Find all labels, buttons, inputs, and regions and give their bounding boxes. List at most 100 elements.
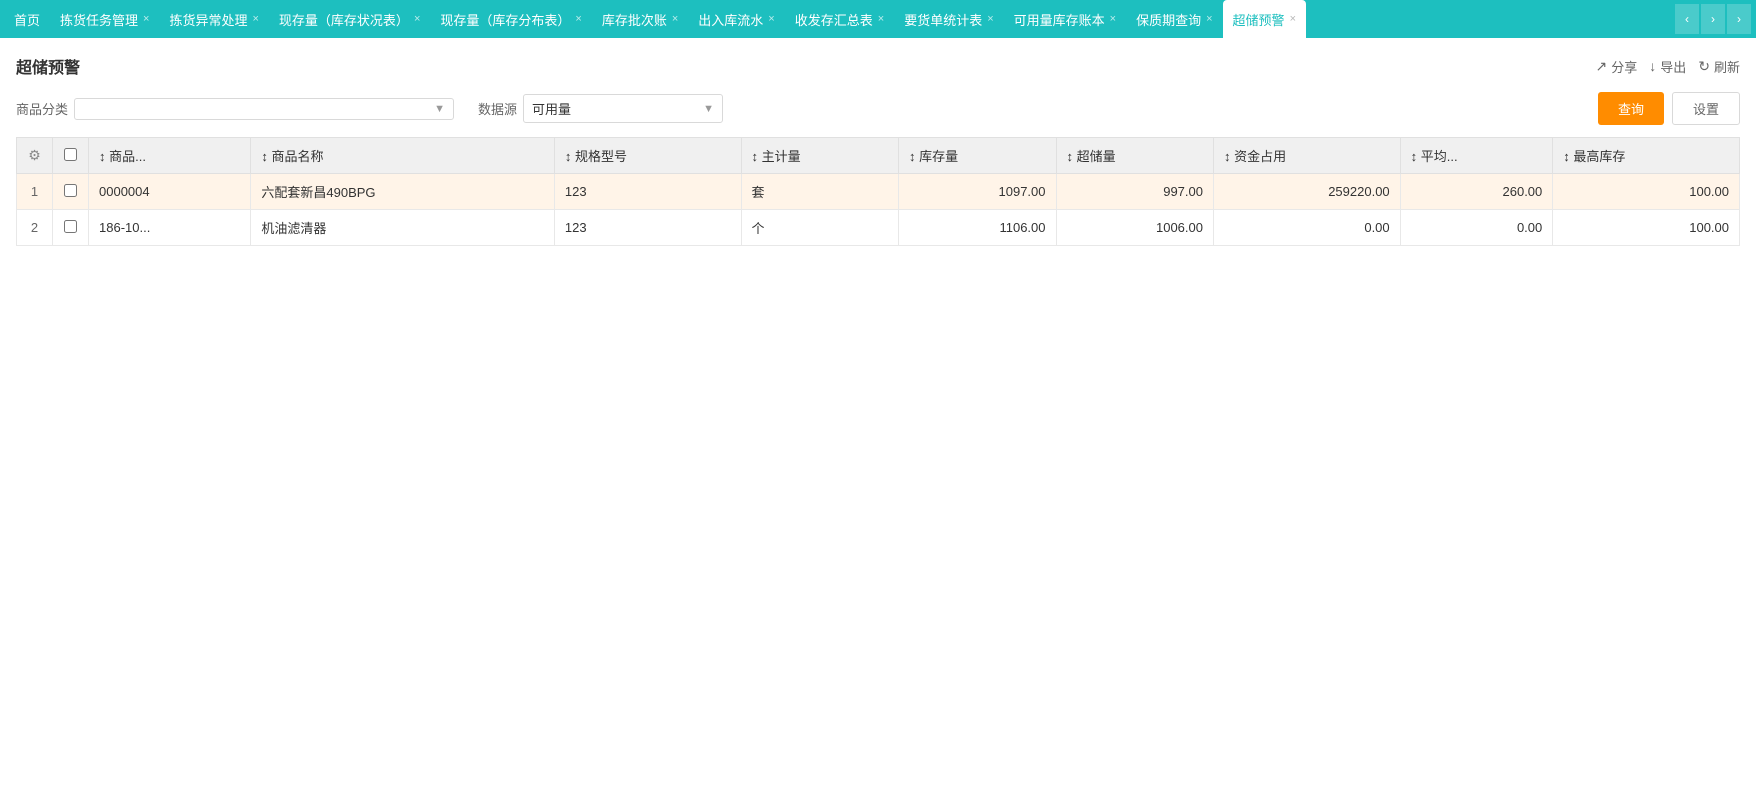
row-product-name: 机油滤清器: [251, 210, 554, 246]
col-settings: ⚙: [17, 138, 53, 174]
nav-item------[interactable]: 出入库流水×: [688, 0, 784, 38]
table-header-row: ⚙ ↕ 商品... ↕ 商品名称 ↕ 规格型号 ↕: [17, 138, 1740, 174]
row-stock: 1097.00: [899, 174, 1056, 210]
table-row: 1 0000004 六配套新昌490BPG 123 套 1097.00 997.…: [17, 174, 1740, 210]
product-category-filter: 商品分类 ▼: [16, 98, 454, 120]
row-checkbox[interactable]: [64, 220, 77, 233]
col-checkbox-header: [53, 138, 89, 174]
col-unit-label: 主计量: [762, 149, 801, 164]
row-product-code: 0000004: [89, 174, 251, 210]
close-icon[interactable]: ×: [1290, 13, 1296, 25]
table-settings-icon[interactable]: ⚙: [28, 147, 41, 163]
nav-item-------[interactable]: 收发存汇总表×: [785, 0, 894, 38]
col-spec[interactable]: ↕ 规格型号: [554, 138, 741, 174]
row-max-stock: 100.00: [1553, 210, 1740, 246]
col-capital[interactable]: ↕ 资金占用: [1213, 138, 1400, 174]
row-checkbox-cell[interactable]: [53, 210, 89, 246]
close-icon[interactable]: ×: [1110, 13, 1116, 25]
share-icon: ↗: [1595, 58, 1607, 75]
close-icon[interactable]: ×: [1206, 13, 1212, 25]
row-num-cell: 1: [17, 174, 53, 210]
nav-item---[interactable]: 首页: [4, 0, 50, 38]
row-product-name: 六配套新昌490BPG: [251, 174, 554, 210]
col-overflow[interactable]: ↕ 超储量: [1056, 138, 1213, 174]
col-product-name-label: 商品名称: [272, 149, 324, 164]
close-icon[interactable]: ×: [414, 13, 420, 25]
data-table: ⚙ ↕ 商品... ↕ 商品名称 ↕ 规格型号 ↕: [16, 137, 1740, 246]
settings-button[interactable]: 设置: [1672, 92, 1740, 125]
table-row: 2 186-10... 机油滤清器 123 个 1106.00 1006.00 …: [17, 210, 1740, 246]
filter-row: 商品分类 ▼ 数据源 可用量 ▼ 查询 设置: [16, 92, 1740, 125]
col-max-stock-label: 最高库存: [1573, 149, 1625, 164]
col-product-name[interactable]: ↕ 商品名称: [251, 138, 554, 174]
row-checkbox-cell[interactable]: [53, 174, 89, 210]
row-overflow: 997.00: [1056, 174, 1213, 210]
export-button[interactable]: ↓ 导出: [1649, 57, 1686, 76]
col-unit[interactable]: ↕ 主计量: [741, 138, 898, 174]
row-avg: 260.00: [1400, 174, 1553, 210]
row-spec: 123: [554, 174, 741, 210]
row-overflow: 1006.00: [1056, 210, 1213, 246]
nav-item-------[interactable]: 拣货任务管理×: [50, 0, 159, 38]
page-title: 超储预警: [16, 54, 80, 78]
nav-next-btn[interactable]: ›: [1701, 4, 1725, 34]
export-icon: ↓: [1649, 58, 1656, 74]
product-category-select[interactable]: ▼: [74, 98, 454, 120]
col-product-code-label: 商品...: [109, 149, 146, 164]
row-product-code: 186-10...: [89, 210, 251, 246]
nav-arrows: ‹ › ›: [1674, 4, 1752, 34]
nav-item------[interactable]: 库存批次账×: [592, 0, 688, 38]
data-source-label: 数据源: [478, 99, 517, 118]
close-icon[interactable]: ×: [575, 13, 581, 25]
col-stock-label: 库存量: [919, 149, 958, 164]
nav-item-------[interactable]: 要货单统计表×: [894, 0, 1003, 38]
row-capital: 0.00: [1213, 210, 1400, 246]
product-category-label: 商品分类: [16, 99, 68, 118]
refresh-icon: ↻: [1698, 58, 1710, 75]
query-button[interactable]: 查询: [1598, 92, 1664, 125]
row-unit: 个: [741, 210, 898, 246]
data-source-value: 可用量: [532, 99, 571, 118]
nav-item-----[interactable]: 超储预警×: [1223, 0, 1306, 38]
row-stock: 1106.00: [899, 210, 1056, 246]
col-max-stock[interactable]: ↕ 最高库存: [1553, 138, 1740, 174]
nav-prev-btn[interactable]: ‹: [1675, 4, 1699, 34]
col-product-code[interactable]: ↕ 商品...: [89, 138, 251, 174]
header-actions: ↗ 分享 ↓ 导出 ↻ 刷新: [1595, 57, 1740, 76]
col-avg-label: 平均...: [1421, 149, 1458, 164]
nav-item-----------[interactable]: 现存量（库存分布表）×: [430, 0, 591, 38]
close-icon[interactable]: ×: [143, 13, 149, 25]
filter-actions: 查询 设置: [1598, 92, 1740, 125]
row-spec: 123: [554, 210, 741, 246]
close-icon[interactable]: ×: [768, 13, 774, 25]
refresh-button[interactable]: ↻ 刷新: [1698, 57, 1740, 76]
close-icon[interactable]: ×: [987, 13, 993, 25]
select-all-checkbox[interactable]: [64, 148, 77, 161]
close-icon[interactable]: ×: [878, 13, 884, 25]
page-header: 超储预警 ↗ 分享 ↓ 导出 ↻ 刷新: [16, 54, 1740, 78]
nav-item-------[interactable]: 拣货异常处理×: [159, 0, 268, 38]
product-category-arrow: ▼: [434, 103, 445, 115]
data-source-filter: 数据源 可用量 ▼: [478, 94, 723, 123]
col-capital-label: 资金占用: [1234, 149, 1286, 164]
row-unit: 套: [741, 174, 898, 210]
col-stock[interactable]: ↕ 库存量: [899, 138, 1056, 174]
share-button[interactable]: ↗ 分享: [1595, 57, 1637, 76]
nav-item-----------[interactable]: 现存量（库存状况表）×: [269, 0, 430, 38]
data-source-arrow: ▼: [703, 103, 714, 115]
top-nav: 首页拣货任务管理×拣货异常处理×现存量（库存状况表）×现存量（库存分布表）×库存…: [0, 0, 1756, 38]
row-max-stock: 100.00: [1553, 174, 1740, 210]
row-avg: 0.00: [1400, 210, 1553, 246]
nav-more-btn[interactable]: ›: [1727, 4, 1751, 34]
nav-item--------[interactable]: 可用量库存账本×: [1004, 0, 1126, 38]
data-source-select[interactable]: 可用量 ▼: [523, 94, 723, 123]
col-overflow-label: 超储量: [1077, 149, 1116, 164]
close-icon[interactable]: ×: [672, 13, 678, 25]
col-avg[interactable]: ↕ 平均...: [1400, 138, 1553, 174]
row-capital: 259220.00: [1213, 174, 1400, 210]
row-num-cell: 2: [17, 210, 53, 246]
col-spec-label: 规格型号: [575, 149, 627, 164]
row-checkbox[interactable]: [64, 184, 77, 197]
nav-item------[interactable]: 保质期查询×: [1126, 0, 1222, 38]
close-icon[interactable]: ×: [252, 13, 258, 25]
